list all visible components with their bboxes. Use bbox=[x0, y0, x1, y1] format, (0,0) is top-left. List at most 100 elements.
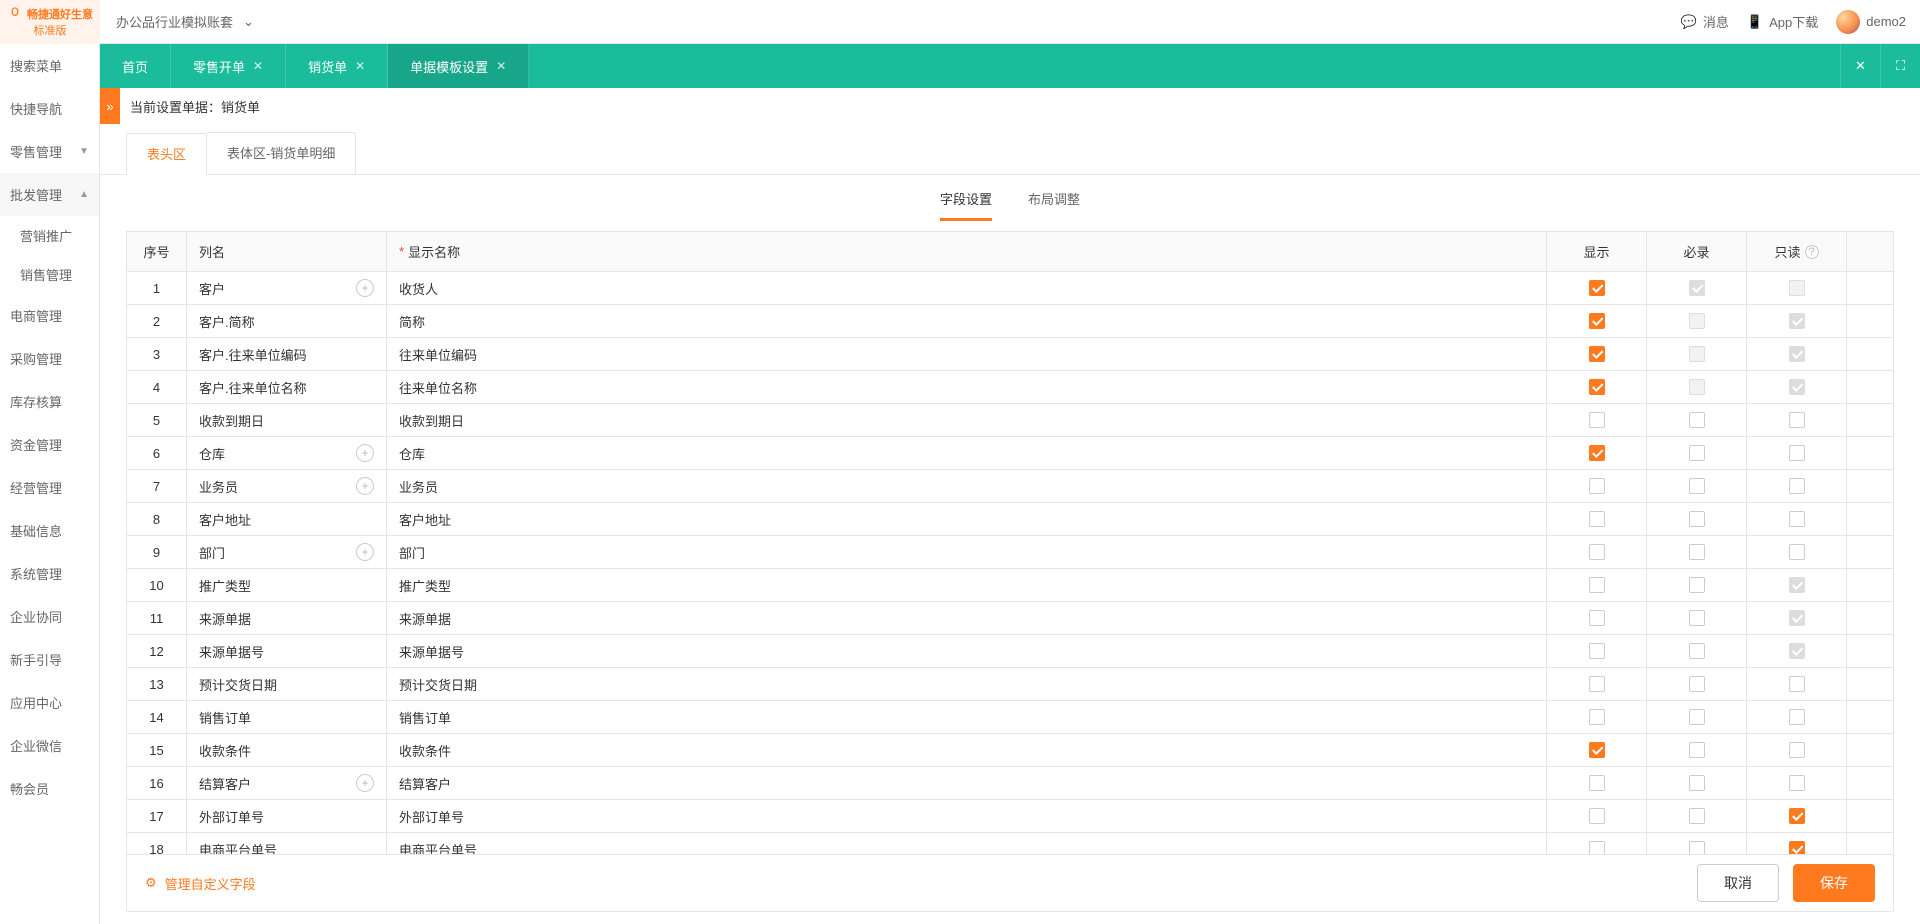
checkbox[interactable] bbox=[1689, 676, 1705, 692]
checkbox[interactable] bbox=[1589, 478, 1605, 494]
checkbox[interactable] bbox=[1589, 412, 1605, 428]
close-icon[interactable]: ✕ bbox=[355, 59, 365, 73]
sidebar-item[interactable]: 畅会员 bbox=[0, 767, 99, 810]
table-row[interactable]: 3客户.往来单位编码往来单位编码 bbox=[127, 338, 1893, 371]
checkbox[interactable] bbox=[1789, 709, 1805, 725]
sidebar-item[interactable]: 企业微信 bbox=[0, 724, 99, 767]
plus-icon[interactable]: + bbox=[356, 279, 374, 297]
cancel-button[interactable]: 取消 bbox=[1697, 864, 1779, 902]
sidebar-item[interactable]: 库存核算 bbox=[0, 380, 99, 423]
cell-display[interactable]: 业务员 bbox=[387, 470, 1547, 502]
cell-display[interactable]: 往来单位名称 bbox=[387, 371, 1547, 403]
checkbox[interactable] bbox=[1789, 511, 1805, 527]
messages-button[interactable]: 💬 消息 bbox=[1681, 12, 1729, 31]
checkbox[interactable] bbox=[1689, 511, 1705, 527]
plus-icon[interactable]: + bbox=[356, 774, 374, 792]
cell-display[interactable]: 简称 bbox=[387, 305, 1547, 337]
table-body[interactable]: 1客户+收货人2客户.简称简称3客户.往来单位编码往来单位编码4客户.往来单位名… bbox=[127, 272, 1893, 854]
page-tab[interactable]: 零售开单✕ bbox=[171, 44, 286, 88]
datasource-dropdown[interactable]: 办公品行业模拟账套 ⌄ bbox=[116, 12, 254, 31]
table-row[interactable]: 16结算客户+结算客户 bbox=[127, 767, 1893, 800]
close-all-tabs-button[interactable]: ✕ bbox=[1840, 44, 1880, 88]
sidebar-item[interactable]: 应用中心 bbox=[0, 681, 99, 724]
table-row[interactable]: 15收款条件收款条件 bbox=[127, 734, 1893, 767]
save-button[interactable]: 保存 bbox=[1793, 864, 1875, 902]
close-icon[interactable]: ✕ bbox=[496, 59, 506, 73]
checkbox[interactable] bbox=[1589, 742, 1605, 758]
checkbox[interactable] bbox=[1789, 808, 1805, 824]
checkbox[interactable] bbox=[1689, 775, 1705, 791]
sidebar-item[interactable]: 经营管理 bbox=[0, 466, 99, 509]
checkbox[interactable] bbox=[1589, 841, 1605, 854]
cell-display[interactable]: 结算客户 bbox=[387, 767, 1547, 799]
checkbox[interactable] bbox=[1589, 445, 1605, 461]
sidebar-item[interactable]: 零售管理▼ bbox=[0, 130, 99, 173]
sidebar-item[interactable]: 批发管理▲ bbox=[0, 173, 99, 216]
cell-display[interactable]: 部门 bbox=[387, 536, 1547, 568]
checkbox[interactable] bbox=[1789, 676, 1805, 692]
sidebar-subitem[interactable]: 销售管理 bbox=[0, 255, 99, 294]
sidebar-item[interactable]: 企业协同 bbox=[0, 595, 99, 638]
cell-display[interactable]: 客户地址 bbox=[387, 503, 1547, 535]
table-row[interactable]: 6仓库+仓库 bbox=[127, 437, 1893, 470]
sub-tab[interactable]: 字段设置 bbox=[940, 189, 992, 221]
checkbox[interactable] bbox=[1789, 445, 1805, 461]
checkbox[interactable] bbox=[1789, 412, 1805, 428]
sidebar-item[interactable]: 快捷导航 bbox=[0, 87, 99, 130]
table-row[interactable]: 18电商平台单号电商平台单号 bbox=[127, 833, 1893, 854]
checkbox[interactable] bbox=[1689, 478, 1705, 494]
checkbox[interactable] bbox=[1689, 742, 1705, 758]
expand-toggle[interactable]: » bbox=[100, 88, 120, 124]
checkbox[interactable] bbox=[1589, 577, 1605, 593]
checkbox[interactable] bbox=[1789, 841, 1805, 854]
checkbox[interactable] bbox=[1589, 544, 1605, 560]
table-row[interactable]: 8客户地址客户地址 bbox=[127, 503, 1893, 536]
table-row[interactable]: 9部门+部门 bbox=[127, 536, 1893, 569]
plus-icon[interactable]: + bbox=[356, 444, 374, 462]
cell-display[interactable]: 外部订单号 bbox=[387, 800, 1547, 832]
app-download-button[interactable]: 📱 App下载 bbox=[1747, 12, 1818, 31]
cell-display[interactable]: 往来单位编码 bbox=[387, 338, 1547, 370]
table-row[interactable]: 14销售订单销售订单 bbox=[127, 701, 1893, 734]
sidebar-item[interactable]: 新手引导 bbox=[0, 638, 99, 681]
cell-display[interactable]: 收货人 bbox=[387, 272, 1547, 304]
table-row[interactable]: 17外部订单号外部订单号 bbox=[127, 800, 1893, 833]
checkbox[interactable] bbox=[1689, 841, 1705, 854]
checkbox[interactable] bbox=[1589, 313, 1605, 329]
checkbox[interactable] bbox=[1689, 709, 1705, 725]
checkbox[interactable] bbox=[1589, 610, 1605, 626]
checkbox[interactable] bbox=[1589, 643, 1605, 659]
checkbox[interactable] bbox=[1589, 379, 1605, 395]
table-row[interactable]: 5收款到期日收款到期日 bbox=[127, 404, 1893, 437]
checkbox[interactable] bbox=[1589, 709, 1605, 725]
sidebar-item[interactable]: 基础信息 bbox=[0, 509, 99, 552]
table-row[interactable]: 11来源单据来源单据 bbox=[127, 602, 1893, 635]
table-row[interactable]: 7业务员+业务员 bbox=[127, 470, 1893, 503]
page-tab[interactable]: 首页 bbox=[100, 44, 171, 88]
page-tab[interactable]: 销货单✕ bbox=[286, 44, 388, 88]
table-row[interactable]: 13预计交货日期预计交货日期 bbox=[127, 668, 1893, 701]
cell-display[interactable]: 销售订单 bbox=[387, 701, 1547, 733]
checkbox[interactable] bbox=[1689, 445, 1705, 461]
table-row[interactable]: 12来源单据号来源单据号 bbox=[127, 635, 1893, 668]
checkbox[interactable] bbox=[1689, 412, 1705, 428]
manage-custom-fields-link[interactable]: ⚙ 管理自定义字段 bbox=[145, 874, 256, 893]
sidebar-subitem[interactable]: 营销推广 bbox=[0, 216, 99, 255]
cell-display[interactable]: 预计交货日期 bbox=[387, 668, 1547, 700]
plus-icon[interactable]: + bbox=[356, 477, 374, 495]
help-icon[interactable]: ? bbox=[1805, 245, 1819, 259]
table-row[interactable]: 2客户.简称简称 bbox=[127, 305, 1893, 338]
user-menu[interactable]: demo2 bbox=[1836, 10, 1906, 34]
logo[interactable]: 畅捷通好生意 标准版 bbox=[0, 0, 100, 44]
sidebar-item[interactable]: 采购管理 bbox=[0, 337, 99, 380]
checkbox[interactable] bbox=[1589, 346, 1605, 362]
cell-display[interactable]: 来源单据号 bbox=[387, 635, 1547, 667]
checkbox[interactable] bbox=[1789, 742, 1805, 758]
sidebar-item[interactable]: 系统管理 bbox=[0, 552, 99, 595]
checkbox[interactable] bbox=[1589, 808, 1605, 824]
cell-display[interactable]: 收款到期日 bbox=[387, 404, 1547, 436]
sidebar-item[interactable]: 资金管理 bbox=[0, 423, 99, 466]
checkbox[interactable] bbox=[1589, 676, 1605, 692]
checkbox[interactable] bbox=[1589, 775, 1605, 791]
checkbox[interactable] bbox=[1789, 478, 1805, 494]
